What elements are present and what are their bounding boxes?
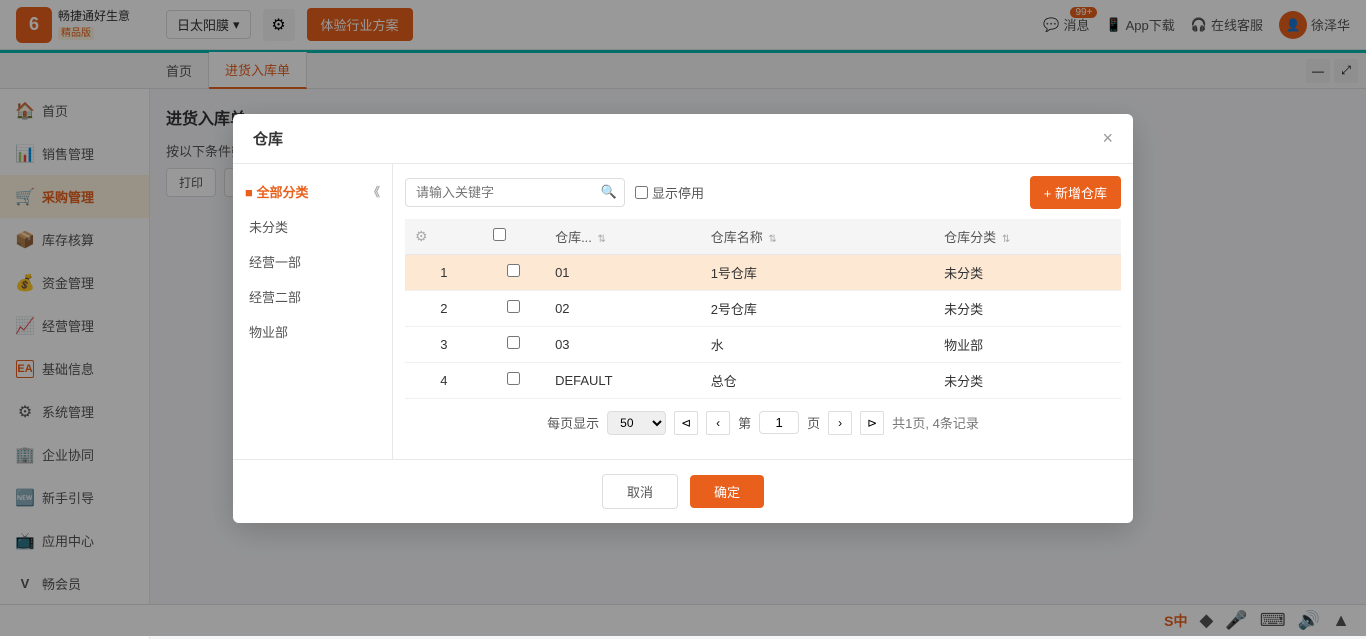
row-category-3: 物业部 bbox=[934, 326, 1121, 362]
page-last-button[interactable]: ⊳ bbox=[860, 411, 884, 435]
collapse-icon[interactable]: 《 bbox=[368, 183, 380, 200]
row-code-4: DEFAULT bbox=[545, 362, 701, 398]
row-code-3: 03 bbox=[545, 326, 701, 362]
show-disabled-checkbox[interactable] bbox=[635, 186, 648, 199]
search-bar: 🔍 显示停用 + 新增仓库 bbox=[405, 176, 1121, 209]
page-prev-button[interactable]: ‹ bbox=[706, 411, 730, 435]
table-header: ⚙ 仓库... ⇅ 仓库名称 bbox=[405, 219, 1121, 255]
modal-title: 仓库 bbox=[253, 128, 283, 149]
row-name-1: 1号仓库 bbox=[701, 254, 934, 290]
show-disabled-label[interactable]: 显示停用 bbox=[635, 183, 704, 202]
row-name-4: 总仓 bbox=[701, 362, 934, 398]
sort-name-icon: ⇅ bbox=[768, 234, 776, 245]
search-input-wrap: 🔍 bbox=[405, 178, 625, 207]
th-checkbox[interactable] bbox=[483, 219, 545, 255]
cat-item-ops1[interactable]: 经营一部 bbox=[233, 244, 392, 279]
cat-item-property[interactable]: 物业部 bbox=[233, 314, 392, 349]
page-label-post: 页 bbox=[807, 413, 820, 432]
modal-close-button[interactable]: × bbox=[1102, 128, 1113, 149]
row-checkbox-1[interactable] bbox=[483, 254, 545, 290]
row-seq-1: 1 bbox=[405, 254, 483, 290]
row-code-1: 01 bbox=[545, 254, 701, 290]
th-name[interactable]: 仓库名称 ⇅ bbox=[701, 219, 934, 255]
row-name-3: 水 bbox=[701, 326, 934, 362]
content-panel: 🔍 显示停用 + 新增仓库 ⚙ bbox=[393, 164, 1133, 459]
th-code[interactable]: 仓库... ⇅ bbox=[545, 219, 701, 255]
table-row[interactable]: 4 DEFAULT 总仓 未分类 bbox=[405, 362, 1121, 398]
row-code-2: 02 bbox=[545, 290, 701, 326]
row-name-2: 2号仓库 bbox=[701, 290, 934, 326]
add-warehouse-button[interactable]: + 新增仓库 bbox=[1030, 176, 1121, 209]
total-info: 共1页, 4条记录 bbox=[892, 413, 979, 432]
cat-item-unclassified[interactable]: 未分类 bbox=[233, 209, 392, 244]
confirm-button[interactable]: 确定 bbox=[690, 475, 764, 508]
category-all-label: ■ 全部分类 bbox=[245, 182, 308, 201]
modal-footer: 取消 确定 bbox=[233, 459, 1133, 523]
pagination-bar: 每页显示 50 100 200 ⊲ ‹ 第 页 › ⊳ 共1页, 4条记录 bbox=[405, 399, 1121, 447]
table-container: ⚙ 仓库... ⇅ 仓库名称 bbox=[405, 219, 1121, 399]
th-gear[interactable]: ⚙ bbox=[405, 219, 483, 255]
page-first-button[interactable]: ⊲ bbox=[674, 411, 698, 435]
row-seq-2: 2 bbox=[405, 290, 483, 326]
row-checkbox-2[interactable] bbox=[483, 290, 545, 326]
per-page-label: 每页显示 bbox=[547, 413, 599, 432]
row-checkbox-4[interactable] bbox=[483, 362, 545, 398]
modal-header: 仓库 × bbox=[233, 114, 1133, 164]
select-all-checkbox[interactable] bbox=[493, 228, 506, 241]
search-input[interactable] bbox=[405, 178, 625, 207]
table-gear-icon[interactable]: ⚙ bbox=[415, 228, 428, 244]
row-category-1: 未分类 bbox=[934, 254, 1121, 290]
warehouse-modal: 仓库 × ■ 全部分类 《 未分类 经营一部 经营二部 bbox=[233, 114, 1133, 523]
page-next-button[interactable]: › bbox=[828, 411, 852, 435]
cat-item-ops2[interactable]: 经营二部 bbox=[233, 279, 392, 314]
modal-body: ■ 全部分类 《 未分类 经营一部 经营二部 物业部 bbox=[233, 164, 1133, 459]
sort-category-icon: ⇅ bbox=[1002, 234, 1010, 245]
th-category[interactable]: 仓库分类 ⇅ bbox=[934, 219, 1121, 255]
table-row[interactable]: 1 01 1号仓库 未分类 bbox=[405, 254, 1121, 290]
row-seq-3: 3 bbox=[405, 326, 483, 362]
category-panel: ■ 全部分类 《 未分类 经营一部 经营二部 物业部 bbox=[233, 164, 393, 459]
modal-overlay: 仓库 × ■ 全部分类 《 未分类 经营一部 经营二部 bbox=[0, 0, 1366, 636]
row-category-2: 未分类 bbox=[934, 290, 1121, 326]
sort-code-icon: ⇅ bbox=[598, 234, 606, 245]
page-label-pre: 第 bbox=[738, 413, 751, 432]
table-row[interactable]: 3 03 水 物业部 bbox=[405, 326, 1121, 362]
category-header[interactable]: ■ 全部分类 《 bbox=[233, 174, 392, 209]
per-page-select[interactable]: 50 100 200 bbox=[607, 411, 666, 435]
cancel-button[interactable]: 取消 bbox=[602, 474, 678, 509]
row-category-4: 未分类 bbox=[934, 362, 1121, 398]
table-body: 1 01 1号仓库 未分类 2 02 2号仓库 bbox=[405, 254, 1121, 398]
row-checkbox-3[interactable] bbox=[483, 326, 545, 362]
search-icon[interactable]: 🔍 bbox=[601, 184, 617, 200]
warehouse-table: ⚙ 仓库... ⇅ 仓库名称 bbox=[405, 219, 1121, 399]
row-seq-4: 4 bbox=[405, 362, 483, 398]
table-row[interactable]: 2 02 2号仓库 未分类 bbox=[405, 290, 1121, 326]
page-number-input[interactable] bbox=[759, 411, 799, 434]
